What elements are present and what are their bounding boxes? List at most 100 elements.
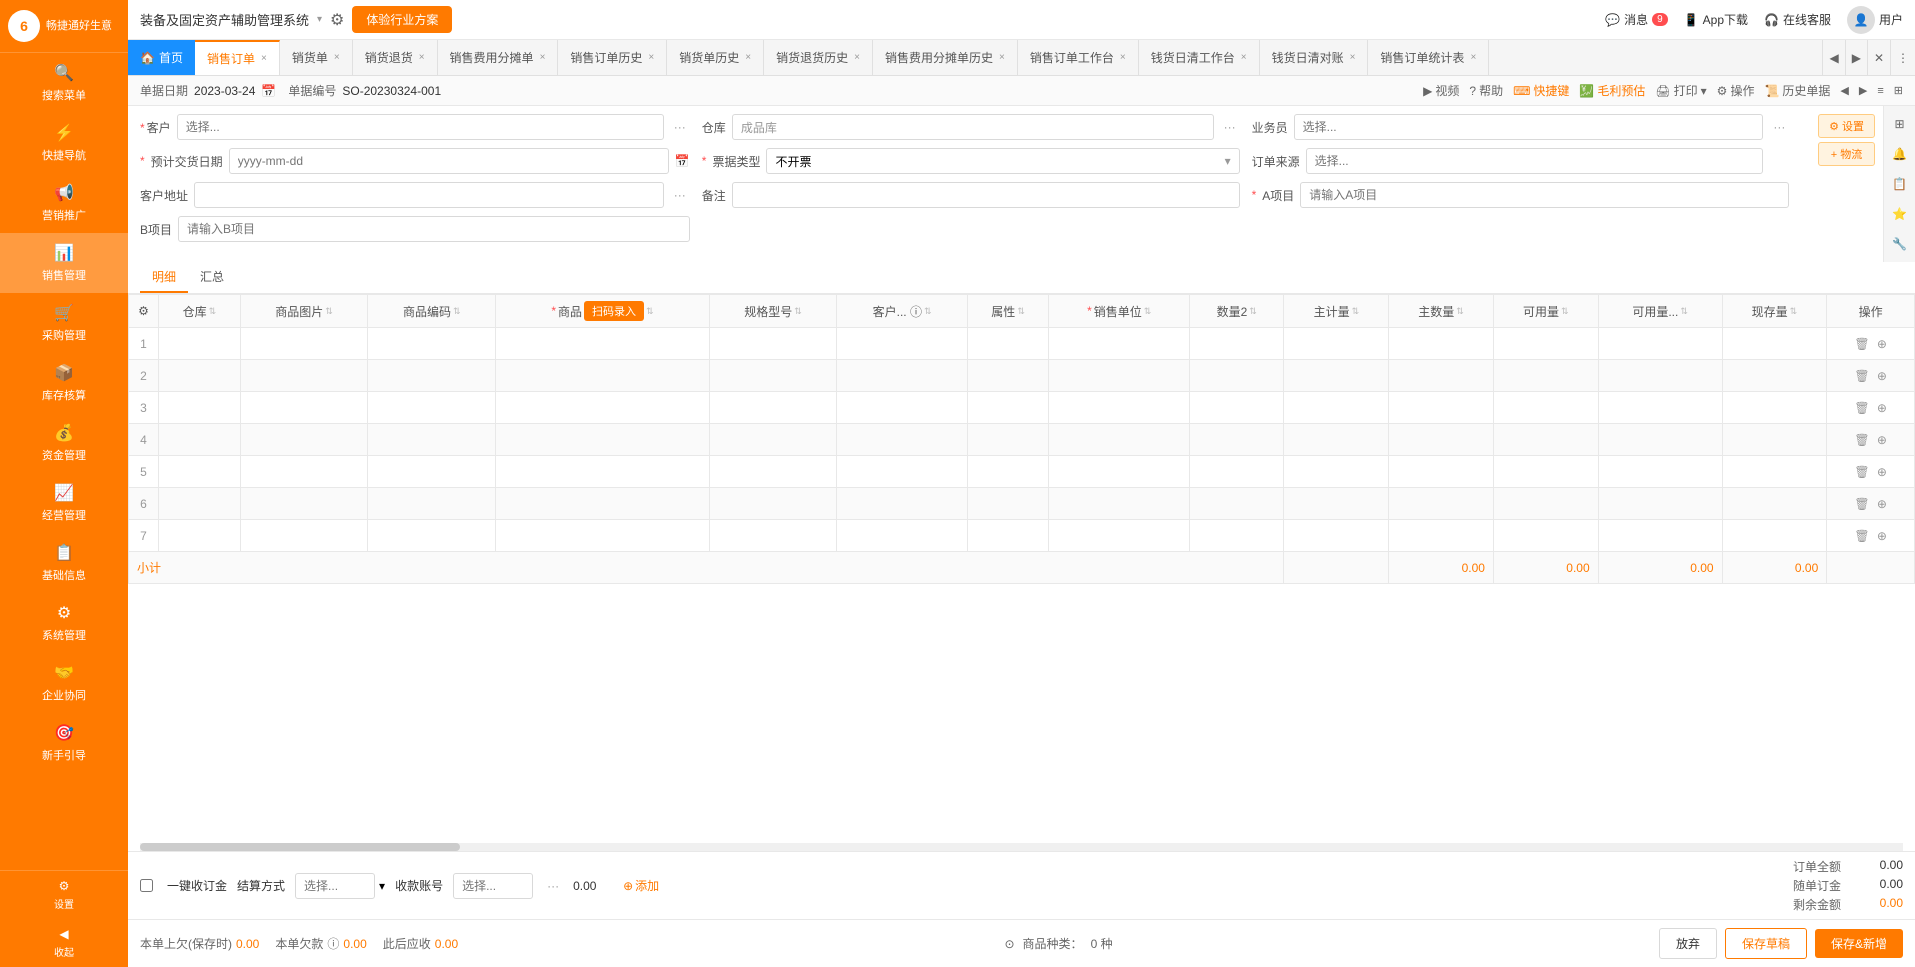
row-7-stock[interactable] bbox=[1722, 520, 1827, 552]
row-delete-icon[interactable]: 🗑 bbox=[1854, 369, 1869, 383]
tab-sales-invoice-history[interactable]: 销货单历史 × bbox=[667, 40, 764, 76]
table-settings-icon[interactable]: ⚙ bbox=[138, 304, 149, 318]
row-7-qty2[interactable] bbox=[1189, 520, 1284, 552]
row-5-img[interactable] bbox=[240, 456, 368, 488]
row-2-qty2[interactable] bbox=[1189, 360, 1284, 392]
row-3-attr[interactable] bbox=[967, 392, 1049, 424]
row-2-product[interactable] bbox=[496, 360, 710, 392]
tab-close-icon[interactable]: × bbox=[999, 52, 1005, 63]
spec-sort-icon[interactable]: ⇅ bbox=[794, 307, 802, 316]
sidebar-settings-btn[interactable]: ⚙ 设置 bbox=[0, 871, 128, 919]
save-draft-button[interactable]: 保存草稿 bbox=[1725, 928, 1807, 959]
row-6-spec[interactable] bbox=[709, 488, 837, 520]
settings-gear-icon[interactable]: ⚙ bbox=[330, 10, 344, 30]
row-4-img[interactable] bbox=[240, 424, 368, 456]
row-4-attr[interactable] bbox=[967, 424, 1049, 456]
industry-solution-button[interactable]: 体验行业方案 bbox=[352, 6, 452, 33]
row-6-product[interactable] bbox=[496, 488, 710, 520]
address-input[interactable] bbox=[194, 182, 664, 208]
right-panel-icon-3[interactable]: 📋 bbox=[1886, 170, 1914, 198]
right-panel-icon-1[interactable]: ⊞ bbox=[1886, 110, 1914, 138]
product-img-sort-icon[interactable]: ⇅ bbox=[325, 307, 333, 316]
row-7-main-qty[interactable] bbox=[1389, 520, 1494, 552]
row-4-main-qty[interactable] bbox=[1389, 424, 1494, 456]
row-4-main-unit[interactable] bbox=[1284, 424, 1389, 456]
row-2-main-qty[interactable] bbox=[1389, 360, 1494, 392]
avail-qty-sort-icon[interactable]: ⇅ bbox=[1561, 307, 1569, 316]
curr-debt-info-icon[interactable]: ⓘ bbox=[327, 935, 339, 952]
online-service-btn[interactable]: 🎧 在线客服 bbox=[1764, 11, 1831, 28]
sidebar-item-purchase[interactable]: 🛒 采购管理 bbox=[0, 293, 128, 353]
row-4-stock[interactable] bbox=[1722, 424, 1827, 456]
remark-input[interactable] bbox=[732, 182, 1240, 208]
row-7-unit[interactable] bbox=[1049, 520, 1190, 552]
row-3-customer[interactable] bbox=[837, 392, 967, 424]
row-5-main-qty[interactable] bbox=[1389, 456, 1494, 488]
row-7-spec[interactable] bbox=[709, 520, 837, 552]
row-2-stock[interactable] bbox=[1722, 360, 1827, 392]
row-7-main-unit[interactable] bbox=[1284, 520, 1389, 552]
main-unit-sort-icon[interactable]: ⇅ bbox=[1352, 307, 1360, 316]
sidebar-item-basic[interactable]: 📋 基础信息 bbox=[0, 533, 128, 593]
row-copy-icon[interactable]: ⊕ bbox=[1877, 433, 1887, 447]
sidebar-collapse-btn[interactable]: ◀ 收起 bbox=[0, 919, 128, 967]
sidebar-item-quicknav[interactable]: ⚡ 快捷导航 bbox=[0, 113, 128, 173]
tab-sales-stats[interactable]: 销售订单统计表 × bbox=[1368, 40, 1489, 76]
tab-sales-return[interactable]: 销货退货 × bbox=[353, 40, 438, 76]
tab-cash-workbench[interactable]: 钱货日清工作台 × bbox=[1139, 40, 1260, 76]
row-5-attr[interactable] bbox=[967, 456, 1049, 488]
system-title-dropdown[interactable]: ▾ bbox=[317, 14, 322, 25]
operations-btn[interactable]: ⚙ 操作 bbox=[1717, 82, 1755, 99]
row-6-avail2[interactable] bbox=[1598, 488, 1722, 520]
main-qty-sort-icon[interactable]: ⇅ bbox=[1456, 307, 1464, 316]
row-copy-icon[interactable]: ⊕ bbox=[1877, 369, 1887, 383]
sidebar-item-operations[interactable]: 📈 经营管理 bbox=[0, 473, 128, 533]
row-7-customer[interactable] bbox=[837, 520, 967, 552]
tab-prev-arrow[interactable]: ◀ bbox=[1822, 40, 1844, 76]
row-3-unit[interactable] bbox=[1049, 392, 1190, 424]
tab-sales-expense[interactable]: 销售费用分摊单 × bbox=[438, 40, 559, 76]
row-delete-icon[interactable]: 🗑 bbox=[1854, 497, 1869, 511]
row-3-warehouse[interactable] bbox=[159, 392, 241, 424]
row-2-attr[interactable] bbox=[967, 360, 1049, 392]
doc-num-value[interactable]: SO-20230324-001 bbox=[342, 84, 441, 98]
settlement-dropdown-icon[interactable]: ▾ bbox=[379, 879, 385, 893]
tab-close-icon[interactable]: × bbox=[261, 53, 267, 64]
tab-close-icon[interactable]: × bbox=[1470, 52, 1476, 63]
row-2-main-unit[interactable] bbox=[1284, 360, 1389, 392]
row-3-spec[interactable] bbox=[709, 392, 837, 424]
tab-sales-order[interactable]: 销售订单 × bbox=[195, 40, 280, 76]
row-3-avail[interactable] bbox=[1493, 392, 1598, 424]
history-btn[interactable]: 📜 历史单据 bbox=[1764, 82, 1830, 99]
scan-btn[interactable]: 扫码录入 bbox=[584, 301, 644, 321]
list-view-icon[interactable]: ≡ bbox=[1877, 85, 1883, 97]
product-code-sort-icon[interactable]: ⇅ bbox=[453, 307, 461, 316]
row-7-img[interactable] bbox=[240, 520, 368, 552]
warehouse-sort-icon[interactable]: ⇅ bbox=[209, 307, 217, 316]
row-7-avail[interactable] bbox=[1493, 520, 1598, 552]
customer-dots-icon[interactable]: ··· bbox=[670, 120, 690, 134]
row-5-spec[interactable] bbox=[709, 456, 837, 488]
tab-close-icon[interactable]: × bbox=[854, 52, 860, 63]
row-7-attr[interactable] bbox=[967, 520, 1049, 552]
calendar-icon[interactable]: 📅 bbox=[261, 84, 276, 98]
row-5-avail2[interactable] bbox=[1598, 456, 1722, 488]
row-delete-icon[interactable]: 🗑 bbox=[1854, 337, 1869, 351]
sidebar-item-guide[interactable]: 🎯 新手引导 bbox=[0, 713, 128, 773]
row-delete-icon[interactable]: 🗑 bbox=[1854, 529, 1869, 543]
row-4-unit[interactable] bbox=[1049, 424, 1190, 456]
tab-close-icon[interactable]: × bbox=[1120, 52, 1126, 63]
tab-close-icon[interactable]: × bbox=[334, 52, 340, 63]
a-project-input[interactable] bbox=[1300, 182, 1789, 208]
row-delete-icon[interactable]: 🗑 bbox=[1854, 401, 1869, 415]
tab-close-icon[interactable]: × bbox=[648, 52, 654, 63]
warehouse-dots-icon[interactable]: ··· bbox=[1220, 120, 1240, 134]
row-2-code[interactable] bbox=[368, 360, 496, 392]
row-3-avail2[interactable] bbox=[1598, 392, 1722, 424]
row-2-warehouse[interactable] bbox=[159, 360, 241, 392]
invoice-select[interactable]: 不开票 ▾ bbox=[766, 148, 1239, 174]
sidebar-item-marketing[interactable]: 📢 营销推广 bbox=[0, 173, 128, 233]
staff-input[interactable] bbox=[1294, 114, 1764, 140]
row-3-qty2[interactable] bbox=[1189, 392, 1284, 424]
tab-expense-history[interactable]: 销售费用分摊单历史 × bbox=[873, 40, 1018, 76]
